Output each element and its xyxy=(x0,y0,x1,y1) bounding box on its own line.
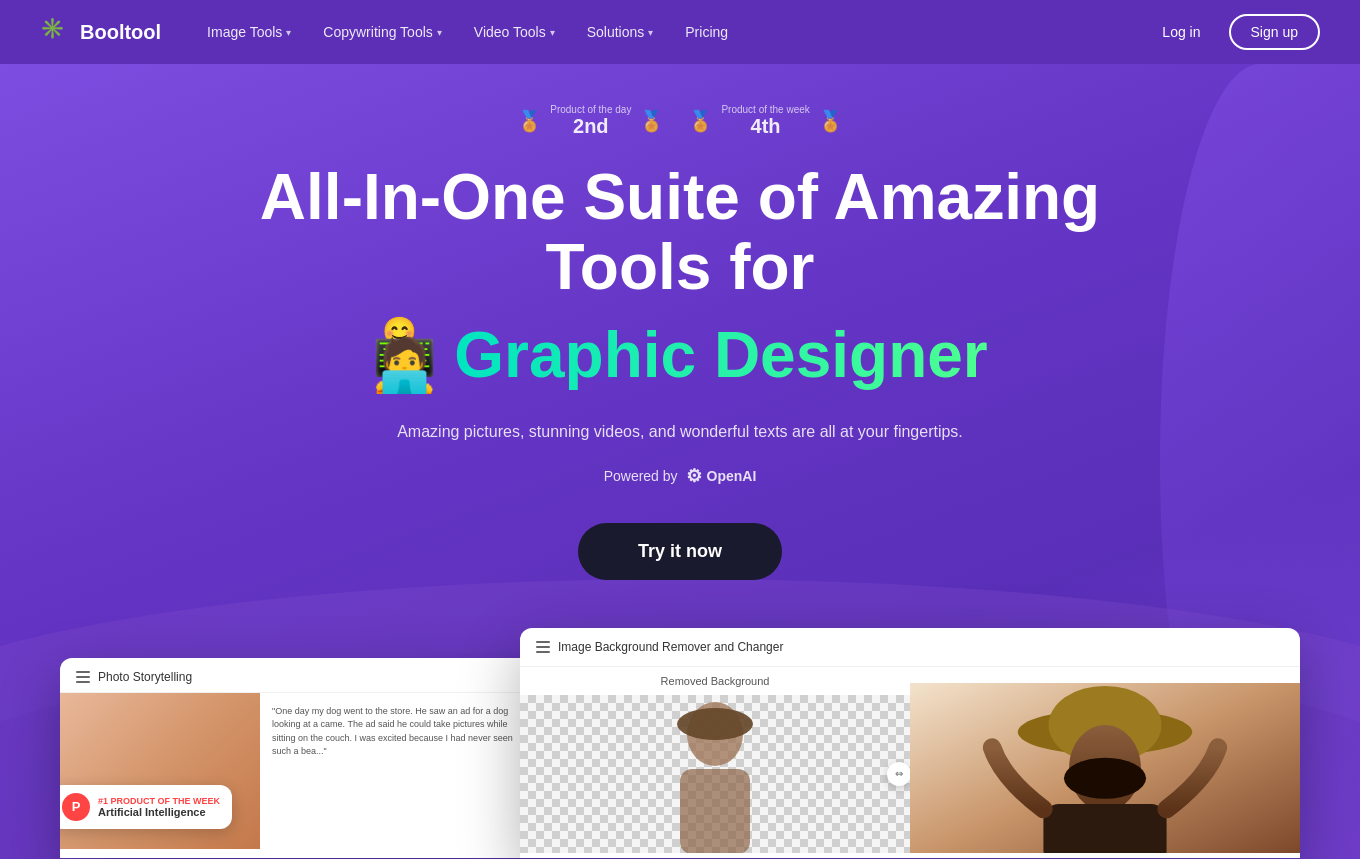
chevron-down-icon: ▾ xyxy=(286,27,291,38)
card-header-left: Photo Storytelling xyxy=(60,658,540,693)
logo-text: Booltool xyxy=(80,21,161,44)
award-day: 🏅 Product of the day 2nd 🏅 xyxy=(517,104,664,138)
nav-links: Image Tools ▾ Copywriting Tools ▾ Video … xyxy=(193,16,742,48)
laurel-right-2-icon: 🏅 xyxy=(818,109,843,133)
person-silhouette xyxy=(520,695,910,853)
nav-left: ✳️ Booltool Image Tools ▾ Copywriting To… xyxy=(40,16,742,48)
powered-by-label: Powered by xyxy=(604,468,678,484)
awards-row: 🏅 Product of the day 2nd 🏅 🏅 Product of … xyxy=(517,104,843,138)
nav-right: Log in Sign up xyxy=(1146,14,1320,50)
chevron-down-icon: ▾ xyxy=(648,27,653,38)
divider-handle[interactable]: ⇔ xyxy=(887,762,910,786)
logo[interactable]: ✳️ Booltool xyxy=(40,16,161,48)
hamburger-icon-right[interactable] xyxy=(536,641,550,653)
original-photo xyxy=(910,683,1300,853)
removed-bg-label: Removed Background xyxy=(520,667,910,695)
award-day-label: Product of the day xyxy=(550,104,631,115)
openai-brand: OpenAI xyxy=(707,468,757,484)
award-week-rank: 4th xyxy=(751,115,781,137)
card-title-left: Photo Storytelling xyxy=(98,670,192,684)
nav-item-solutions[interactable]: Solutions ▾ xyxy=(573,16,668,48)
hero-section: 🏅 Product of the day 2nd 🏅 🏅 Product of … xyxy=(0,64,1360,859)
nav-item-copywriting-tools[interactable]: Copywriting Tools ▾ xyxy=(309,16,455,48)
nav-item-pricing[interactable]: Pricing xyxy=(671,16,742,48)
login-button[interactable]: Log in xyxy=(1146,16,1216,48)
navbar: ✳️ Booltool Image Tools ▾ Copywriting To… xyxy=(0,0,1360,64)
svg-rect-7 xyxy=(1043,804,1166,853)
bg-remover-header: Image Background Remover and Changer xyxy=(520,628,1300,667)
role-text: Graphic Designer xyxy=(454,318,988,392)
background-remover-card: Image Background Remover and Changer Rem… xyxy=(520,628,1300,858)
bg-remover-content: Removed Background ⇔ xyxy=(520,667,1300,853)
original-bg-label xyxy=(910,667,1300,683)
card-text-content: "One day my dog went to the store. He sa… xyxy=(272,705,528,759)
emoji-main-icon: 🧑‍💻 xyxy=(372,335,437,396)
openai-logo: ⚙ OpenAI xyxy=(686,465,757,487)
nav-item-image-tools[interactable]: Image Tools ▾ xyxy=(193,16,305,48)
removed-bg-section: Removed Background ⇔ xyxy=(520,667,910,853)
original-bg-image xyxy=(910,683,1300,853)
product-badge-top-text: #1 PRODUCT OF THE WEEK xyxy=(98,796,220,806)
svg-point-8 xyxy=(1064,758,1146,799)
laurel-left-2-icon: 🏅 xyxy=(688,109,713,133)
original-bg-section xyxy=(910,667,1300,853)
photo-storytelling-card: Photo Storytelling P #1 PRODUCT OF THE W… xyxy=(60,658,540,858)
card-content-left: P #1 PRODUCT OF THE WEEK Artificial Inte… xyxy=(60,693,540,849)
award-day-rank: 2nd xyxy=(573,115,609,137)
award-week: 🏅 Product of the week 4th 🏅 xyxy=(688,104,842,138)
try-it-now-button[interactable]: Try it now xyxy=(578,523,782,580)
role-emoji: 😊 🧑‍💻 xyxy=(372,315,442,395)
award-week-label: Product of the week xyxy=(721,104,809,115)
role-row: 😊 🧑‍💻 Graphic Designer xyxy=(372,315,988,395)
powered-by-badge: Powered by ⚙ OpenAI xyxy=(604,465,757,487)
chevron-down-icon: ▾ xyxy=(437,27,442,38)
product-badge-bottom-text: Artificial Intelligence xyxy=(98,806,220,818)
preview-cards: Photo Storytelling P #1 PRODUCT OF THE W… xyxy=(0,628,1360,858)
logo-icon: ✳️ xyxy=(40,16,72,48)
hero-headline: All-In-One Suite of Amazing Tools for xyxy=(230,162,1130,303)
card-text-area: "One day my dog went to the store. He sa… xyxy=(260,693,540,849)
svg-rect-1 xyxy=(680,769,750,853)
hero-subtitle: Amazing pictures, stunning videos, and w… xyxy=(397,423,963,441)
product-badge-icon: P xyxy=(62,793,90,821)
card-image-area: P #1 PRODUCT OF THE WEEK Artificial Inte… xyxy=(60,693,260,849)
chevron-down-icon: ▾ xyxy=(550,27,555,38)
nav-item-video-tools[interactable]: Video Tools ▾ xyxy=(460,16,569,48)
laurel-left-icon: 🏅 xyxy=(517,109,542,133)
laurel-right-icon: 🏅 xyxy=(639,109,664,133)
product-badge: P #1 PRODUCT OF THE WEEK Artificial Inte… xyxy=(60,785,232,829)
bg-remover-title: Image Background Remover and Changer xyxy=(558,640,783,654)
removed-bg-image: ⇔ xyxy=(520,695,910,853)
hamburger-icon[interactable] xyxy=(76,671,90,683)
svg-point-2 xyxy=(677,708,753,740)
openai-icon: ⚙ xyxy=(686,465,702,487)
signup-button[interactable]: Sign up xyxy=(1229,14,1320,50)
